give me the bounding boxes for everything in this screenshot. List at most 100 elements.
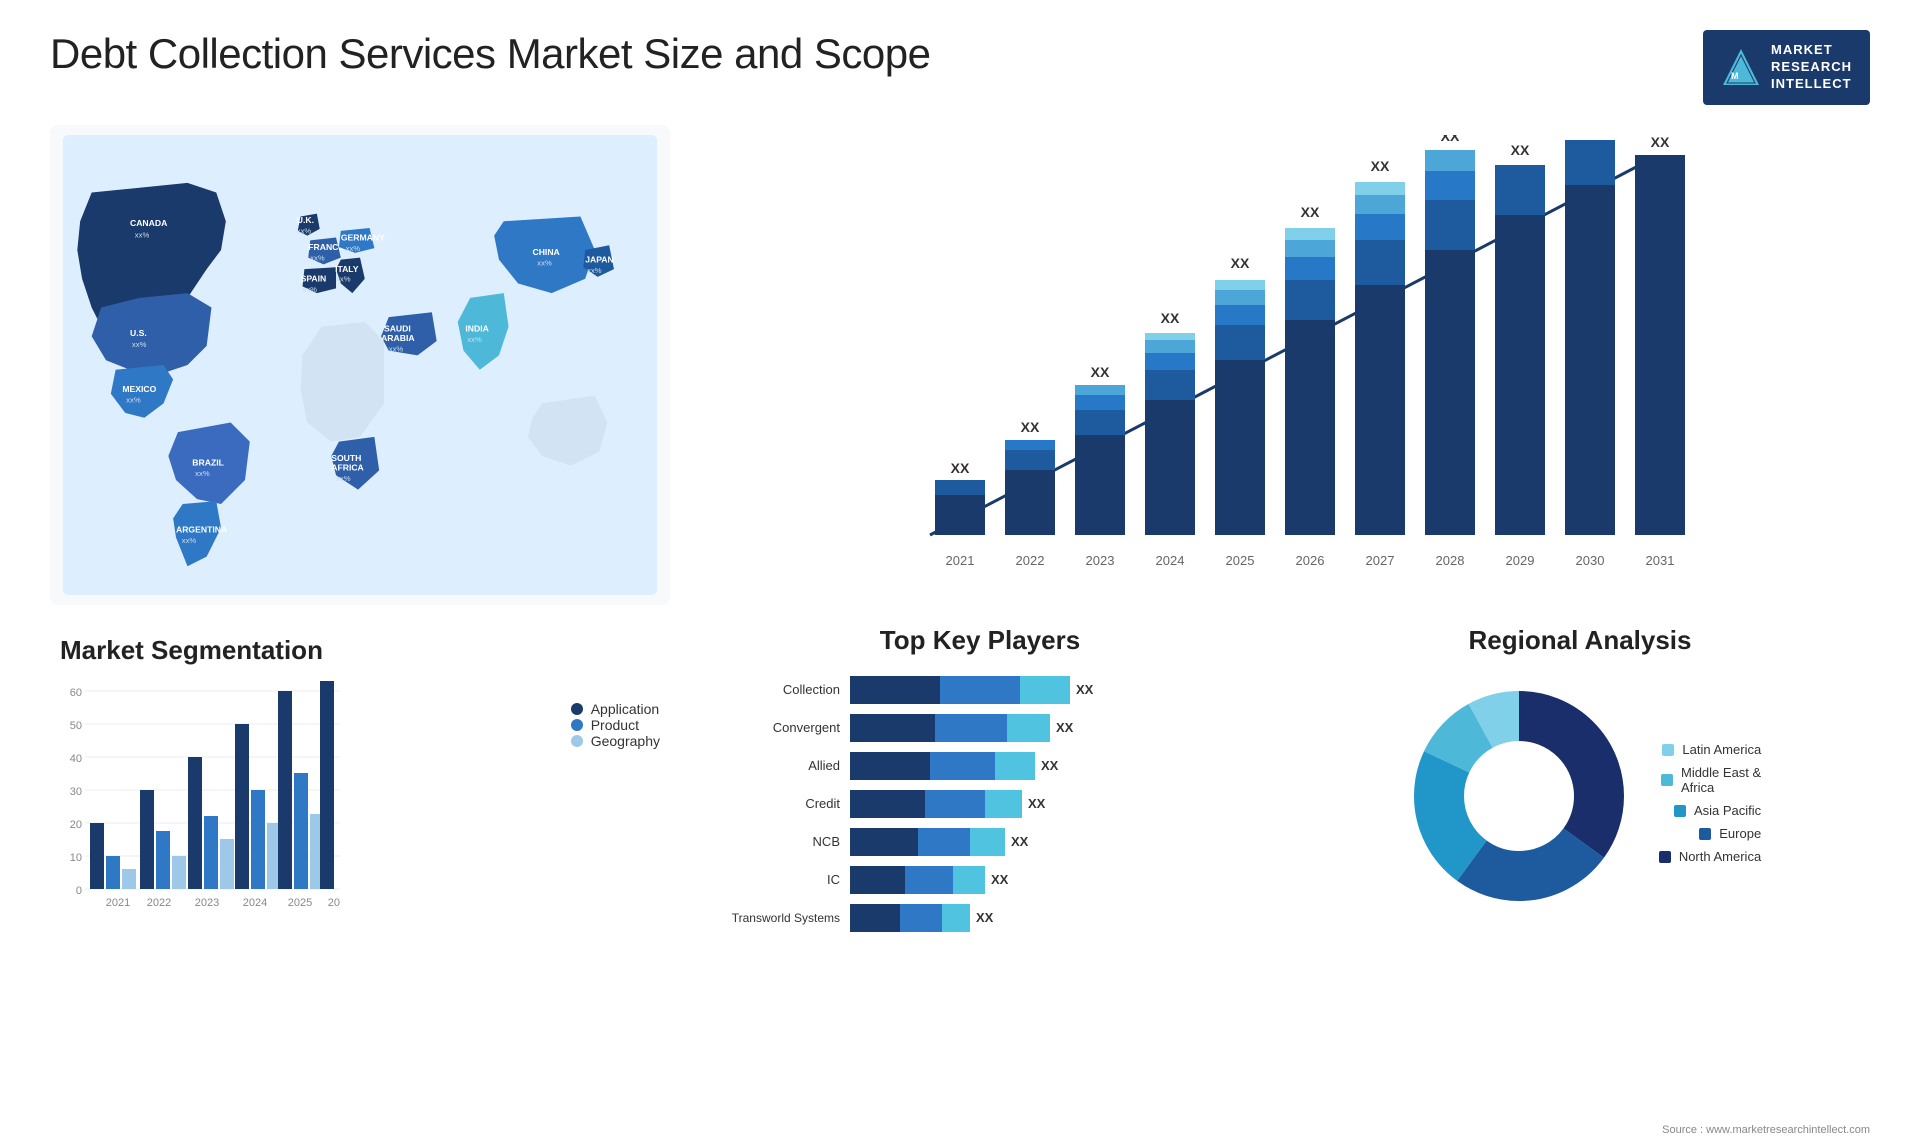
player-row: IC XX (710, 866, 1250, 894)
legend-europe: Europe (1699, 826, 1761, 841)
legend-asia-pacific: Asia Pacific (1674, 803, 1761, 818)
growth-chart-section: XX 2021 XX 2022 XX 2023 (690, 125, 1870, 605)
svg-text:CHINA: CHINA (533, 246, 560, 256)
svg-text:XX: XX (1371, 158, 1390, 174)
world-map-section: CANADA xx% U.S. xx% MEXICO xx% BRAZIL xx… (50, 125, 670, 605)
player-row: Collection XX (710, 676, 1250, 704)
svg-text:xx%: xx% (336, 474, 351, 483)
svg-text:60: 60 (70, 687, 82, 699)
svg-text:2031: 2031 (1646, 553, 1675, 568)
svg-text:10: 10 (70, 852, 82, 864)
svg-text:XX: XX (1231, 255, 1250, 271)
logo: M MARKET RESEARCH INTELLECT (1703, 30, 1870, 105)
svg-text:ARGENTINA: ARGENTINA (176, 524, 227, 534)
svg-text:CANADA: CANADA (130, 218, 167, 228)
svg-text:XX: XX (1021, 419, 1040, 435)
logo-text: MARKET RESEARCH INTELLECT (1771, 42, 1852, 93)
svg-text:xx%: xx% (537, 258, 552, 267)
svg-text:2030: 2030 (1576, 553, 1605, 568)
svg-text:xx%: xx% (182, 536, 197, 545)
svg-text:AFRICA: AFRICA (331, 462, 364, 472)
logo-icon: M (1721, 47, 1761, 87)
segmentation-section: Market Segmentation 60 50 40 30 20 10 0 (50, 625, 670, 1105)
player-row: NCB XX (710, 828, 1250, 856)
svg-text:2025: 2025 (288, 897, 312, 909)
svg-text:2022: 2022 (1016, 553, 1045, 568)
regional-title: Regional Analysis (1300, 625, 1860, 656)
legend-north-america: North America (1659, 849, 1761, 864)
svg-text:2026: 2026 (328, 897, 340, 909)
segmentation-title: Market Segmentation (60, 635, 660, 666)
svg-text:2024: 2024 (1156, 553, 1185, 568)
segmentation-legend: Application Product Geography (571, 681, 660, 749)
svg-text:ARABIA: ARABIA (381, 333, 414, 343)
player-row: Credit XX (710, 790, 1250, 818)
svg-text:BRAZIL: BRAZIL (192, 457, 224, 467)
world-map: CANADA xx% U.S. xx% MEXICO xx% BRAZIL xx… (60, 135, 660, 595)
legend-middle-east-africa: Middle East &Africa (1661, 765, 1761, 795)
svg-text:2029: 2029 (1506, 553, 1535, 568)
growth-chart: XX 2021 XX 2022 XX 2023 (710, 135, 1850, 575)
svg-text:20: 20 (70, 819, 82, 831)
svg-text:2021: 2021 (106, 897, 130, 909)
svg-text:xx%: xx% (303, 285, 318, 294)
svg-text:U.K.: U.K. (297, 215, 314, 225)
legend-latin-america: Latin America (1662, 742, 1761, 757)
svg-text:XX: XX (1511, 142, 1530, 158)
svg-text:40: 40 (70, 753, 82, 765)
svg-text:XX: XX (951, 460, 970, 476)
svg-text:SAUDI: SAUDI (384, 323, 411, 333)
bottom-right-panels: Top Key Players Collection XX Convergent (690, 625, 1870, 1105)
page-title: Debt Collection Services Market Size and… (50, 30, 930, 78)
legend-product: Product (571, 717, 660, 733)
regional-section: Regional Analysis (1290, 625, 1870, 1105)
svg-text:XX: XX (1581, 135, 1600, 138)
svg-text:2022: 2022 (147, 897, 171, 909)
svg-text:2026: 2026 (1296, 553, 1325, 568)
player-row: Transworld Systems XX (710, 904, 1250, 932)
svg-text:xx%: xx% (346, 244, 361, 253)
svg-text:2023: 2023 (1086, 553, 1115, 568)
player-row: Allied XX (710, 752, 1250, 780)
legend-application: Application (571, 701, 660, 717)
regional-legend: Latin America Middle East &Africa Asia P… (1659, 742, 1761, 864)
svg-text:XX: XX (1441, 135, 1460, 144)
svg-text:U.S.: U.S. (130, 328, 147, 338)
svg-text:XX: XX (1651, 135, 1670, 150)
svg-text:M: M (1731, 71, 1739, 81)
svg-text:xx%: xx% (310, 253, 325, 262)
svg-text:30: 30 (70, 786, 82, 798)
svg-text:SOUTH: SOUTH (331, 453, 361, 463)
svg-text:50: 50 (70, 720, 82, 732)
segmentation-chart: 60 50 40 30 20 10 0 (60, 681, 340, 921)
svg-text:0: 0 (76, 885, 82, 897)
svg-text:xx%: xx% (587, 266, 602, 275)
svg-text:xx%: xx% (389, 344, 404, 353)
key-players-title: Top Key Players (710, 625, 1250, 656)
svg-text:xx%: xx% (132, 339, 147, 348)
svg-text:xx%: xx% (467, 335, 482, 344)
svg-text:SPAIN: SPAIN (301, 273, 327, 283)
legend-geography: Geography (571, 733, 660, 749)
svg-text:xx%: xx% (135, 230, 150, 239)
svg-text:JAPAN: JAPAN (585, 254, 614, 264)
player-row: Convergent XX (710, 714, 1250, 742)
svg-text:xx%: xx% (336, 274, 351, 283)
svg-text:2027: 2027 (1366, 553, 1395, 568)
svg-text:ITALY: ITALY (335, 264, 359, 274)
svg-text:2025: 2025 (1226, 553, 1255, 568)
svg-text:xx%: xx% (126, 395, 141, 404)
svg-text:2024: 2024 (243, 897, 267, 909)
svg-text:XX: XX (1301, 204, 1320, 220)
svg-text:2021: 2021 (946, 553, 975, 568)
svg-text:2028: 2028 (1436, 553, 1465, 568)
svg-text:GERMANY: GERMANY (341, 232, 385, 242)
svg-text:INDIA: INDIA (465, 323, 488, 333)
svg-text:MEXICO: MEXICO (122, 384, 156, 394)
svg-text:xx%: xx% (195, 469, 210, 478)
page-header: Debt Collection Services Market Size and… (50, 30, 1870, 105)
key-players-section: Top Key Players Collection XX Convergent (690, 625, 1270, 1105)
svg-text:xx%: xx% (297, 226, 312, 235)
donut-chart (1399, 676, 1639, 916)
svg-text:2023: 2023 (195, 897, 219, 909)
